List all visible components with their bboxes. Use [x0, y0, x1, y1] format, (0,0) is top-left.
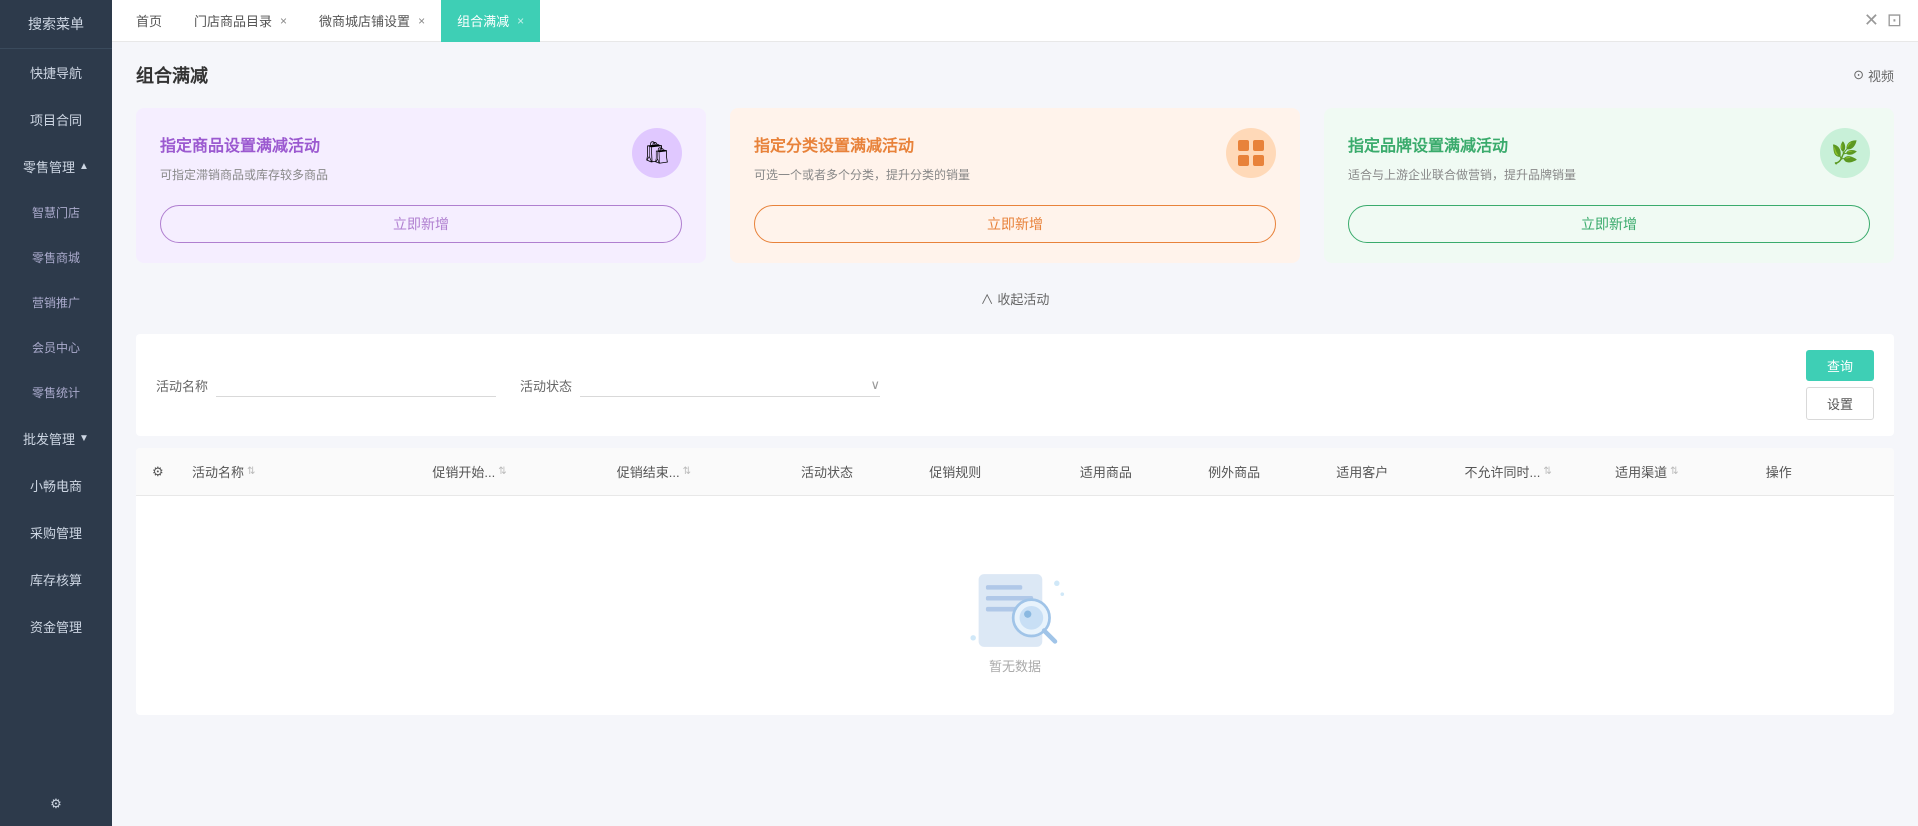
filter-status-item: 活动状态 ∨	[520, 373, 880, 397]
sidebar: 搜索菜单 快捷导航 项目合同 零售管理 ▲ 智慧门店 零售商城 营销推广 会员中…	[0, 0, 112, 826]
filter-status-label: 活动状态	[520, 376, 572, 395]
th-channel: 适用渠道 ⇅	[1607, 450, 1758, 493]
sidebar-item-project-contract[interactable]: 项目合同	[0, 96, 112, 143]
sidebar-item-marketing[interactable]: 营销推广	[0, 280, 112, 325]
retail-expand-arrow: ▲	[79, 161, 89, 172]
sidebar-item-retail-stats[interactable]: 零售统计	[0, 370, 112, 415]
sort-nosimul-icon[interactable]: ⇅	[1543, 466, 1551, 477]
sidebar-item-xiaochu-ecom[interactable]: 小畅电商	[0, 462, 112, 509]
sort-end-icon[interactable]: ⇅	[683, 466, 691, 477]
tab-wechat-settings[interactable]: 微商城店铺设置 ×	[303, 0, 441, 42]
video-link[interactable]: ⊙ 视频	[1853, 66, 1894, 85]
sidebar-item-smart-store[interactable]: 智慧门店	[0, 190, 112, 235]
setting-button[interactable]: 设置	[1806, 387, 1874, 420]
sidebar-item-capital-mgmt[interactable]: 资金管理	[0, 603, 112, 650]
promo-card-category-btn[interactable]: 立即新增	[754, 205, 1276, 243]
filter-status-input[interactable]	[580, 373, 880, 397]
sidebar-item-retail-mgmt[interactable]: 零售管理 ▲	[0, 143, 112, 190]
collapse-bar[interactable]: ∧ 收起活动	[136, 279, 1894, 318]
promo-card-goods-desc: 可指定滞销商品或库存较多商品	[160, 166, 682, 185]
sidebar-item-purchase-mgmt[interactable]: 采购管理	[0, 509, 112, 556]
sidebar-item-retail-mall[interactable]: 零售商城	[0, 235, 112, 280]
promo-card-goods-icon: 🛍	[632, 128, 682, 178]
th-customer: 适用客户	[1328, 450, 1456, 493]
filter-name-item: 活动名称	[156, 373, 496, 397]
tab-combo-discount[interactable]: 组合满减 ×	[441, 0, 540, 42]
promo-cards: 指定商品设置满减活动 🛍 可指定滞销商品或库存较多商品 立即新增 指定分类设置满…	[136, 108, 1894, 263]
chevron-up-icon: ∧	[981, 292, 994, 307]
promo-card-brand: 指定品牌设置满减活动 🌿 适合与上游企业联合做营销，提升品牌销量 立即新增	[1324, 108, 1894, 263]
query-button[interactable]: 查询	[1806, 350, 1874, 381]
th-goods: 适用商品	[1072, 450, 1200, 493]
empty-illustration	[960, 556, 1070, 656]
promo-card-category: 指定分类设置满减活动 可选一个或者多个分类，提升分类的销量 立即新增	[730, 108, 1300, 263]
th-no-simul: 不允许同时... ⇅	[1456, 450, 1607, 493]
th-start: 促销开始... ⇅	[424, 450, 608, 493]
promo-card-brand-icon: 🌿	[1820, 128, 1870, 178]
tab-store-catalog-close[interactable]: ×	[280, 14, 287, 28]
window-controls: ✕ ⊡	[1864, 10, 1910, 31]
filter-name-label: 活动名称	[156, 376, 208, 395]
table-wrap: ⚙ 活动名称 ⇅ 促销开始... ⇅ 促销结束... ⇅ 活动状态	[136, 448, 1894, 715]
table-header: ⚙ 活动名称 ⇅ 促销开始... ⇅ 促销结束... ⇅ 活动状态	[136, 448, 1894, 496]
play-circle-icon: ⊙	[1853, 67, 1864, 83]
filter-name-input[interactable]	[216, 373, 496, 397]
th-rule: 促销规则	[921, 450, 1072, 493]
filter-row: 活动名称 活动状态 ∨ 查询 设置	[136, 334, 1894, 436]
gear-table-icon: ⚙	[152, 464, 164, 480]
promo-card-goods: 指定商品设置满减活动 🛍 可指定滞销商品或库存较多商品 立即新增	[136, 108, 706, 263]
sidebar-item-member-center[interactable]: 会员中心	[0, 325, 112, 370]
page-header: 组合满减 ⊙ 视频	[136, 62, 1894, 88]
sidebar-settings-btn[interactable]: ⚙	[0, 782, 112, 826]
sidebar-item-wholesale-mgmt[interactable]: 批发管理 ▼	[0, 415, 112, 462]
promo-card-category-title: 指定分类设置满减活动	[754, 132, 1276, 156]
filter-status-wrapper: ∨	[580, 373, 880, 397]
empty-text: 暂无数据	[989, 656, 1041, 675]
filter-buttons: 查询 设置	[1806, 350, 1874, 420]
main-area: 首页 门店商品目录 × 微商城店铺设置 × 组合满减 × ✕ ⊡ 组合满减 ⊙ …	[112, 0, 1918, 826]
tab-combo-discount-close[interactable]: ×	[517, 14, 524, 28]
sidebar-item-quick-nav[interactable]: 快捷导航	[0, 49, 112, 96]
sort-start-icon[interactable]: ⇅	[498, 466, 506, 477]
sidebar-search[interactable]: 搜索菜单	[0, 0, 112, 49]
tab-store-catalog[interactable]: 门店商品目录 ×	[178, 0, 303, 42]
promo-card-brand-desc: 适合与上游企业联合做营销，提升品牌销量	[1348, 166, 1870, 185]
th-op: 操作	[1758, 450, 1886, 493]
promo-card-goods-title: 指定商品设置满减活动	[160, 132, 682, 156]
th-except: 例外商品	[1200, 450, 1328, 493]
sort-channel-icon[interactable]: ⇅	[1670, 466, 1678, 477]
empty-state: 暂无数据	[136, 496, 1894, 715]
th-gear[interactable]: ⚙	[144, 452, 184, 492]
th-end: 促销结束... ⇅	[609, 450, 793, 493]
sort-name-icon[interactable]: ⇅	[247, 466, 255, 477]
promo-card-category-desc: 可选一个或者多个分类，提升分类的销量	[754, 166, 1276, 185]
close-window-icon[interactable]: ✕	[1864, 10, 1879, 31]
th-status: 活动状态	[793, 450, 921, 493]
tab-wechat-settings-close[interactable]: ×	[418, 14, 425, 28]
promo-card-category-icon	[1226, 128, 1276, 178]
th-name: 活动名称 ⇅	[184, 450, 424, 493]
tab-bar: 首页 门店商品目录 × 微商城店铺设置 × 组合满减 × ✕ ⊡	[112, 0, 1918, 42]
maximize-window-icon[interactable]: ⊡	[1887, 10, 1902, 31]
sidebar-item-inventory-check[interactable]: 库存核算	[0, 556, 112, 603]
promo-card-goods-btn[interactable]: 立即新增	[160, 205, 682, 243]
content-area: 组合满减 ⊙ 视频 指定商品设置满减活动 🛍 可指定滞销商品或库存较多商品 立即…	[112, 42, 1918, 826]
promo-card-brand-title: 指定品牌设置满减活动	[1348, 132, 1870, 156]
tab-home[interactable]: 首页	[120, 0, 178, 42]
gear-icon: ⚙	[50, 796, 62, 811]
page-title: 组合满减	[136, 62, 208, 88]
wholesale-expand-arrow: ▼	[79, 433, 89, 444]
promo-card-brand-btn[interactable]: 立即新增	[1348, 205, 1870, 243]
